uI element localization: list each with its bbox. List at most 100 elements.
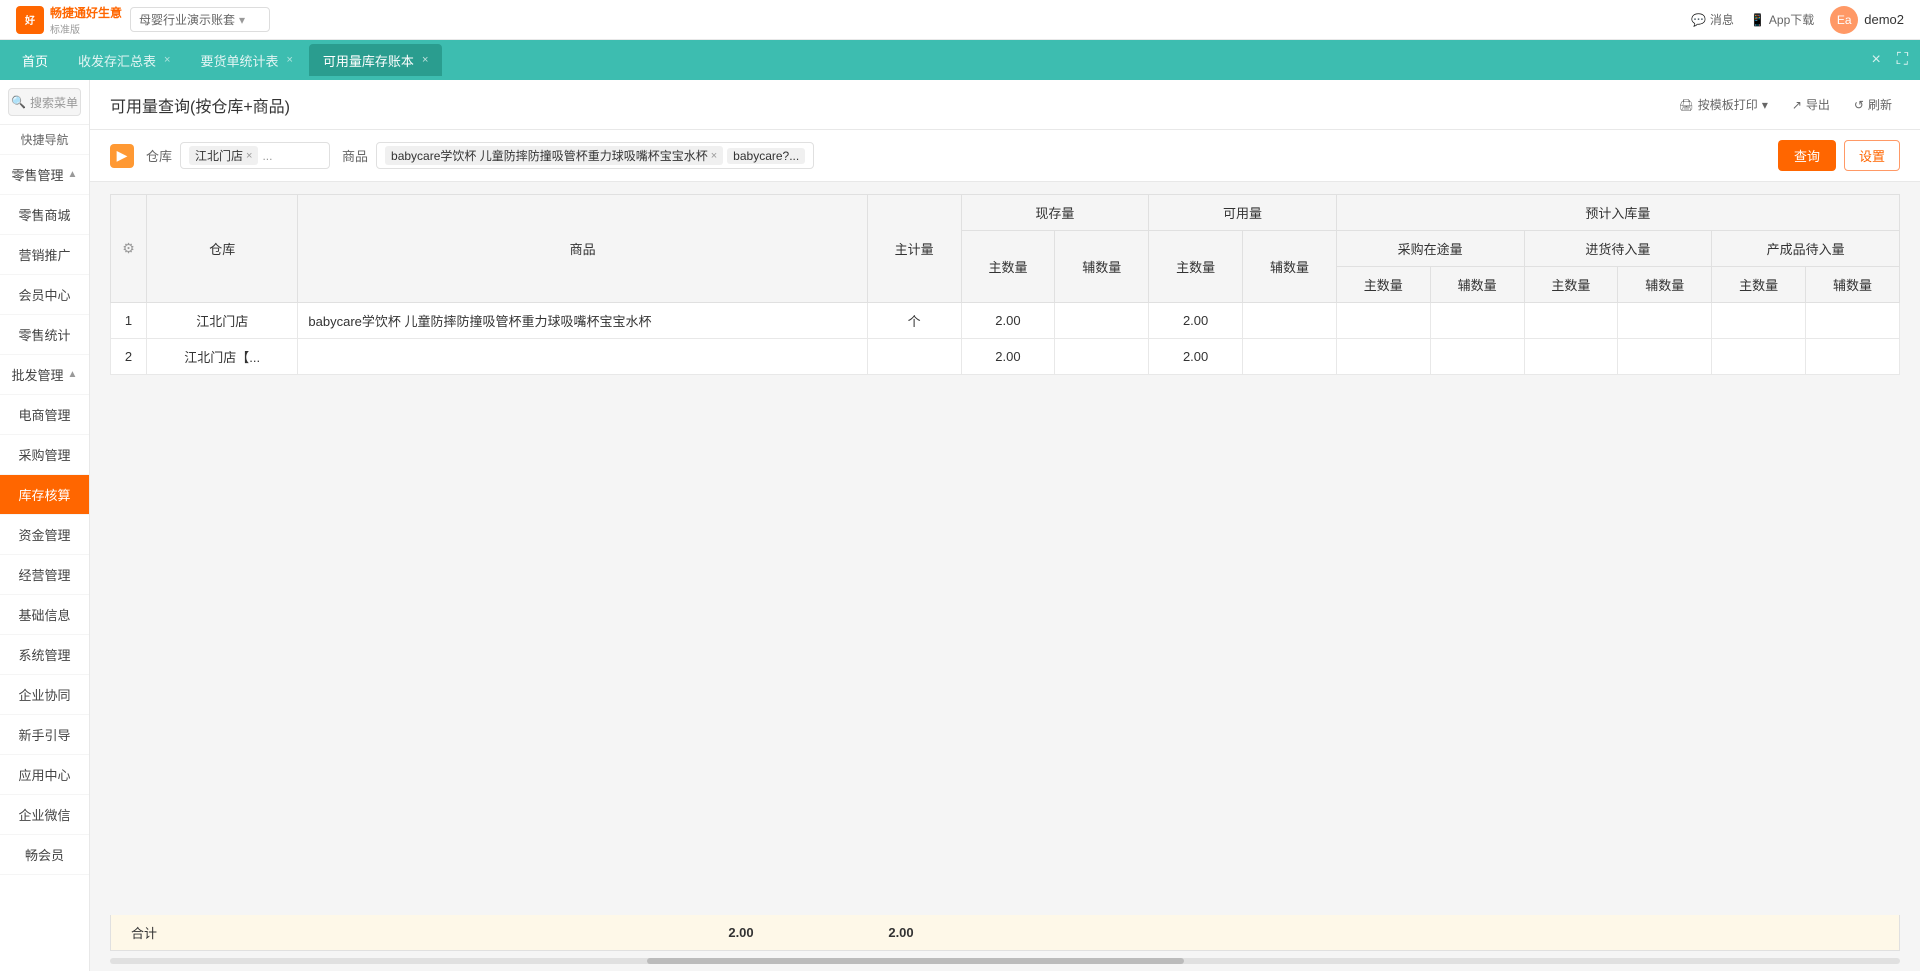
export-button[interactable]: ↗ 导出 [1784,92,1838,117]
col-incoming-main: 主数量 [1524,267,1618,303]
content-area: 可用量查询(按仓库+商品) 🖨 按模板打印 ▾ ↗ 导出 ↺ 刷新 ▶ [90,80,1920,971]
row-main-unit [867,339,961,375]
filter-toggle-button[interactable]: ▶ [110,144,134,168]
col-production-group: 产成品待入量 [1712,231,1900,267]
query-button[interactable]: 查询 [1778,140,1836,171]
tab-home[interactable]: 首页 [8,44,62,76]
product-tag-2: babycare?... [727,148,805,164]
sidebar-item-retail-mall[interactable]: 零售商城 [0,195,89,235]
scroll-thumb[interactable] [647,958,1184,964]
table-row: 2 江北门店【... 2.00 2.00 [111,339,1900,375]
tab-receivables[interactable]: 收发存汇总表 × [64,44,184,76]
row-incoming-aux [1618,339,1712,375]
industry-selector[interactable]: 母婴行业演示账套 ▾ [130,7,270,32]
row-warehouse: 江北门店 [147,303,298,339]
nav-tabs-right: × ⛶ [1867,47,1912,73]
sidebar-search: 🔍 搜索菜单 [0,80,89,125]
col-stock-aux: 辅数量 [1055,231,1149,303]
page-title: 可用量查询(按仓库+商品) [110,93,290,117]
sidebar-item-operations[interactable]: 经营管理 [0,555,89,595]
sidebar-item-wechat-work[interactable]: 企业微信 [0,795,89,835]
app-icon: 📱 [1750,13,1765,27]
export-icon: ↗ [1792,98,1802,112]
sidebar-item-enterprise[interactable]: 企业协同 [0,675,89,715]
col-avail-main: 主数量 [1149,231,1243,303]
product-tag-1: babycare学饮杯 儿童防摔防撞吸管杯重力球吸嘴杯宝宝水杯 × [385,146,723,165]
total-avail-main: 2.00 [861,925,941,940]
row-product [298,339,867,375]
sidebar-item-wholesale-mgmt[interactable]: 批发管理 ▲ [0,355,89,395]
table-container: ⚙ 仓库 商品 主计量 现存量 可用量 预计入库量 主数量 辅数量 主数量 辅数… [90,182,1920,915]
col-incoming-aux: 辅数量 [1618,267,1712,303]
sidebar-item-marketing[interactable]: 营销推广 [0,235,89,275]
sidebar-item-system[interactable]: 系统管理 [0,635,89,675]
close-all-tabs-button[interactable]: × [1867,47,1884,73]
row-production-aux [1806,339,1900,375]
refresh-icon: ↺ [1854,98,1864,112]
warehouse-input[interactable]: 江北门店 × ... [180,142,330,169]
tab-orders[interactable]: 要货单统计表 × [186,44,306,76]
tab-available-stock[interactable]: 可用量库存账本 × [309,44,442,76]
warehouse-filter-group: 仓库 江北门店 × ... [146,142,330,169]
sidebar-item-procurement[interactable]: 采购管理 [0,435,89,475]
fullscreen-button[interactable]: ⛶ [1893,47,1912,73]
sidebar-item-finance[interactable]: 资金管理 [0,515,89,555]
close-tab-receivables[interactable]: × [164,54,170,66]
close-tab-available-stock[interactable]: × [422,54,428,66]
refresh-button[interactable]: ↺ 刷新 [1846,92,1900,117]
col-planned-group: 预计入库量 [1336,195,1899,231]
col-current-stock-group: 现存量 [961,195,1149,231]
app-download-button[interactable]: 📱 App下载 [1750,11,1814,28]
row-incoming-main [1524,303,1618,339]
sidebar-item-quick-nav[interactable]: 快捷导航 [0,125,89,155]
sidebar-item-ecommerce[interactable]: 电商管理 [0,395,89,435]
col-avail-aux: 辅数量 [1243,231,1337,303]
sidebar-item-member-center[interactable]: 会员中心 [0,275,89,315]
row-avail-main: 2.00 [1149,339,1243,375]
product-input[interactable]: babycare学饮杯 儿童防摔防撞吸管杯重力球吸嘴杯宝宝水杯 × babyca… [376,142,814,169]
col-product: 商品 [298,195,867,303]
row-warehouse: 江北门店【... [147,339,298,375]
avatar: Ea [1830,6,1858,34]
warehouse-tag-delete[interactable]: × [246,150,252,162]
close-tab-orders[interactable]: × [286,54,292,66]
search-icon: 🔍 [11,95,26,109]
sidebar-item-app-center[interactable]: 应用中心 [0,755,89,795]
product-label: 商品 [342,146,368,165]
col-settings[interactable]: ⚙ [111,195,147,303]
search-menu-button[interactable]: 🔍 搜索菜单 [8,88,81,116]
scroll-bar-area [90,951,1920,971]
print-button[interactable]: 🖨 按模板打印 ▾ [1671,92,1776,117]
gear-icon: ⚙ [122,240,135,256]
warehouse-label: 仓库 [146,146,172,165]
row-avail-aux [1243,303,1337,339]
chevron-icon-2: ▲ [68,369,78,380]
col-purchase-aux: 辅数量 [1430,267,1524,303]
filter-bar: ▶ 仓库 江北门店 × ... 商品 babycare学饮杯 儿童防摔防撞吸管杯… [90,130,1920,182]
page-header: 可用量查询(按仓库+商品) 🖨 按模板打印 ▾ ↗ 导出 ↺ 刷新 [90,80,1920,130]
sidebar-item-member[interactable]: 畅会员 [0,835,89,875]
user-area[interactable]: Ea demo2 [1830,6,1904,34]
print-icon: 🖨 [1679,98,1694,112]
sidebar-item-retail-stats[interactable]: 零售统计 [0,315,89,355]
row-num: 2 [111,339,147,375]
product-tag-1-delete[interactable]: × [711,150,717,162]
row-main-unit: 个 [867,303,961,339]
filter-actions: 查询 设置 [1778,140,1900,171]
chevron-icon: ▲ [68,169,78,180]
sidebar-item-new-guide[interactable]: 新手引导 [0,715,89,755]
sidebar-item-basic-info[interactable]: 基础信息 [0,595,89,635]
sidebar-item-retail-mgmt[interactable]: 零售管理 ▲ [0,155,89,195]
message-icon: 💬 [1691,13,1706,27]
sidebar-item-inventory[interactable]: 库存核算 [0,475,89,515]
col-production-main: 主数量 [1712,267,1806,303]
warehouse-more[interactable]: ... [262,149,272,163]
message-button[interactable]: 💬 消息 [1691,11,1734,28]
row-stock-aux [1055,339,1149,375]
col-main-unit: 主计量 [867,195,961,303]
settings-button[interactable]: 设置 [1844,140,1900,171]
row-avail-aux [1243,339,1337,375]
data-table: ⚙ 仓库 商品 主计量 现存量 可用量 预计入库量 主数量 辅数量 主数量 辅数… [110,194,1900,375]
total-stock-main: 2.00 [701,925,781,940]
logo-sub: 标准版 [50,21,122,36]
